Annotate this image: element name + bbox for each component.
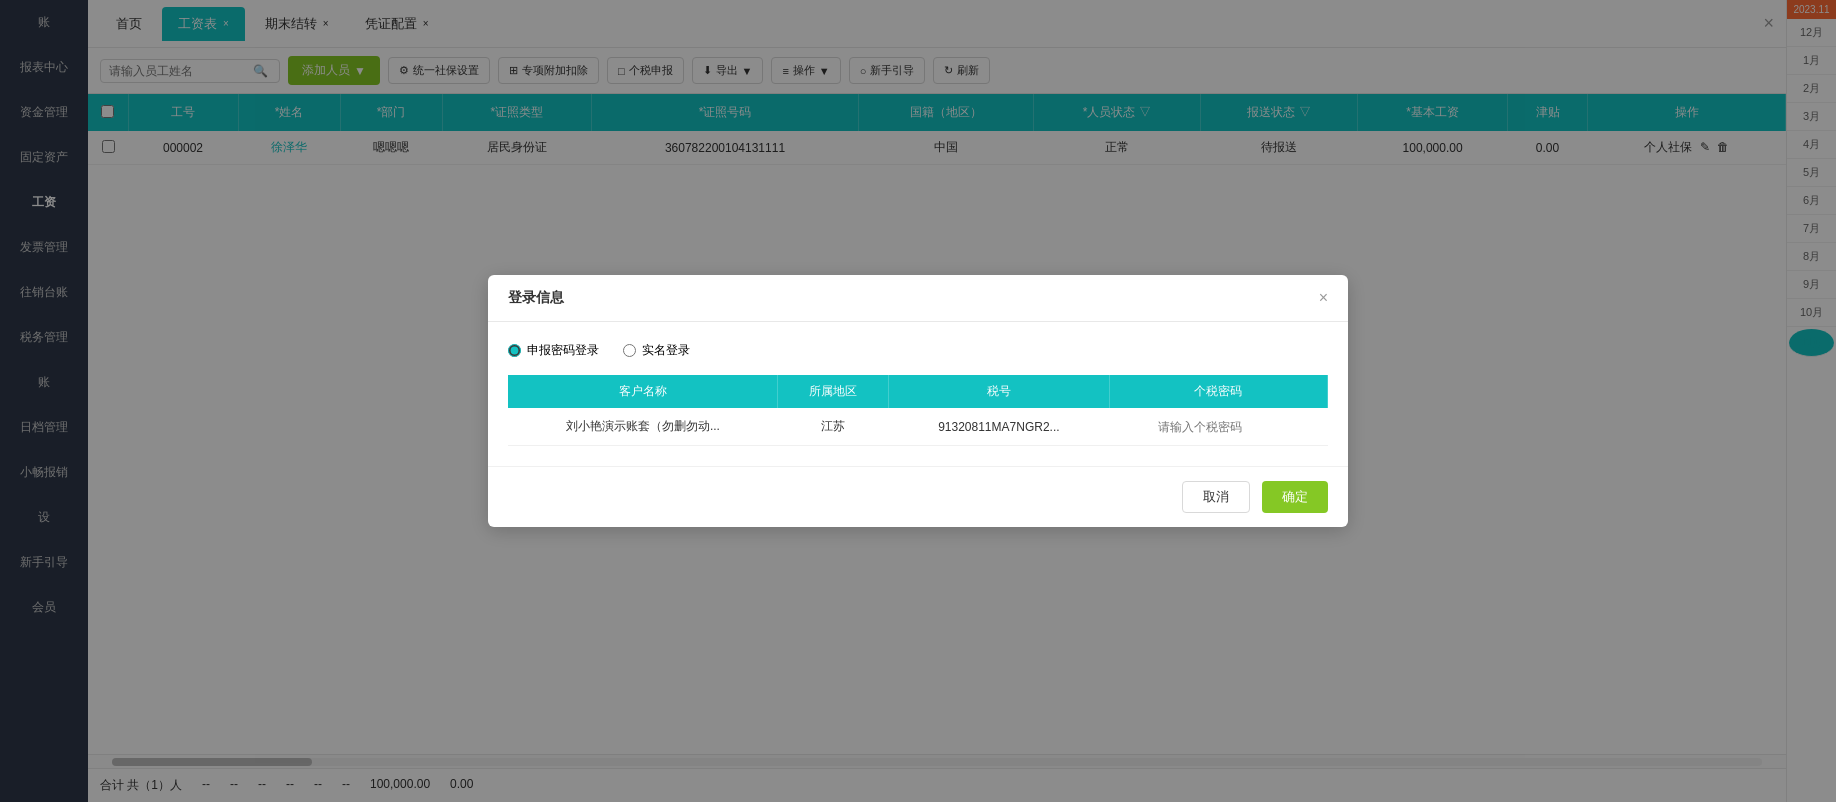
col-tax-password: 个税密码 [1109,375,1327,408]
dialog-header: 登录信息 × [488,275,1348,322]
client-table-row: 刘小艳演示账套（勿删勿动... 江苏 91320811MA7NGR2... [508,408,1328,446]
dialog-overlay: 登录信息 × 申报密码登录 实名登录 客户名称 所属地 [0,0,1836,802]
login-info-dialog: 登录信息 × 申报密码登录 实名登录 客户名称 所属地 [488,275,1348,527]
col-client-name: 客户名称 [508,375,778,408]
radio-password-login[interactable]: 申报密码登录 [508,342,599,359]
confirm-button[interactable]: 确定 [1262,481,1328,513]
client-taxno-cell: 91320811MA7NGR2... [889,408,1109,446]
client-name-cell: 刘小艳演示账套（勿删勿动... [508,408,778,446]
client-table: 客户名称 所属地区 税号 个税密码 刘小艳演示账套（勿删勿动... 江苏 913… [508,375,1328,446]
login-type-radio-group: 申报密码登录 实名登录 [508,342,1328,359]
radio-real-name-login[interactable]: 实名登录 [623,342,690,359]
col-tax-no: 税号 [889,375,1109,408]
cancel-button[interactable]: 取消 [1182,481,1250,513]
client-region-cell: 江苏 [778,408,889,446]
dialog-title: 登录信息 [508,289,564,307]
col-region: 所属地区 [778,375,889,408]
tax-password-input[interactable] [1158,420,1278,434]
dialog-footer: 取消 确定 [488,466,1348,527]
dialog-body: 申报密码登录 实名登录 客户名称 所属地区 税号 个税密码 [488,322,1348,466]
dialog-close-button[interactable]: × [1319,289,1328,307]
client-password-cell[interactable] [1109,408,1327,446]
